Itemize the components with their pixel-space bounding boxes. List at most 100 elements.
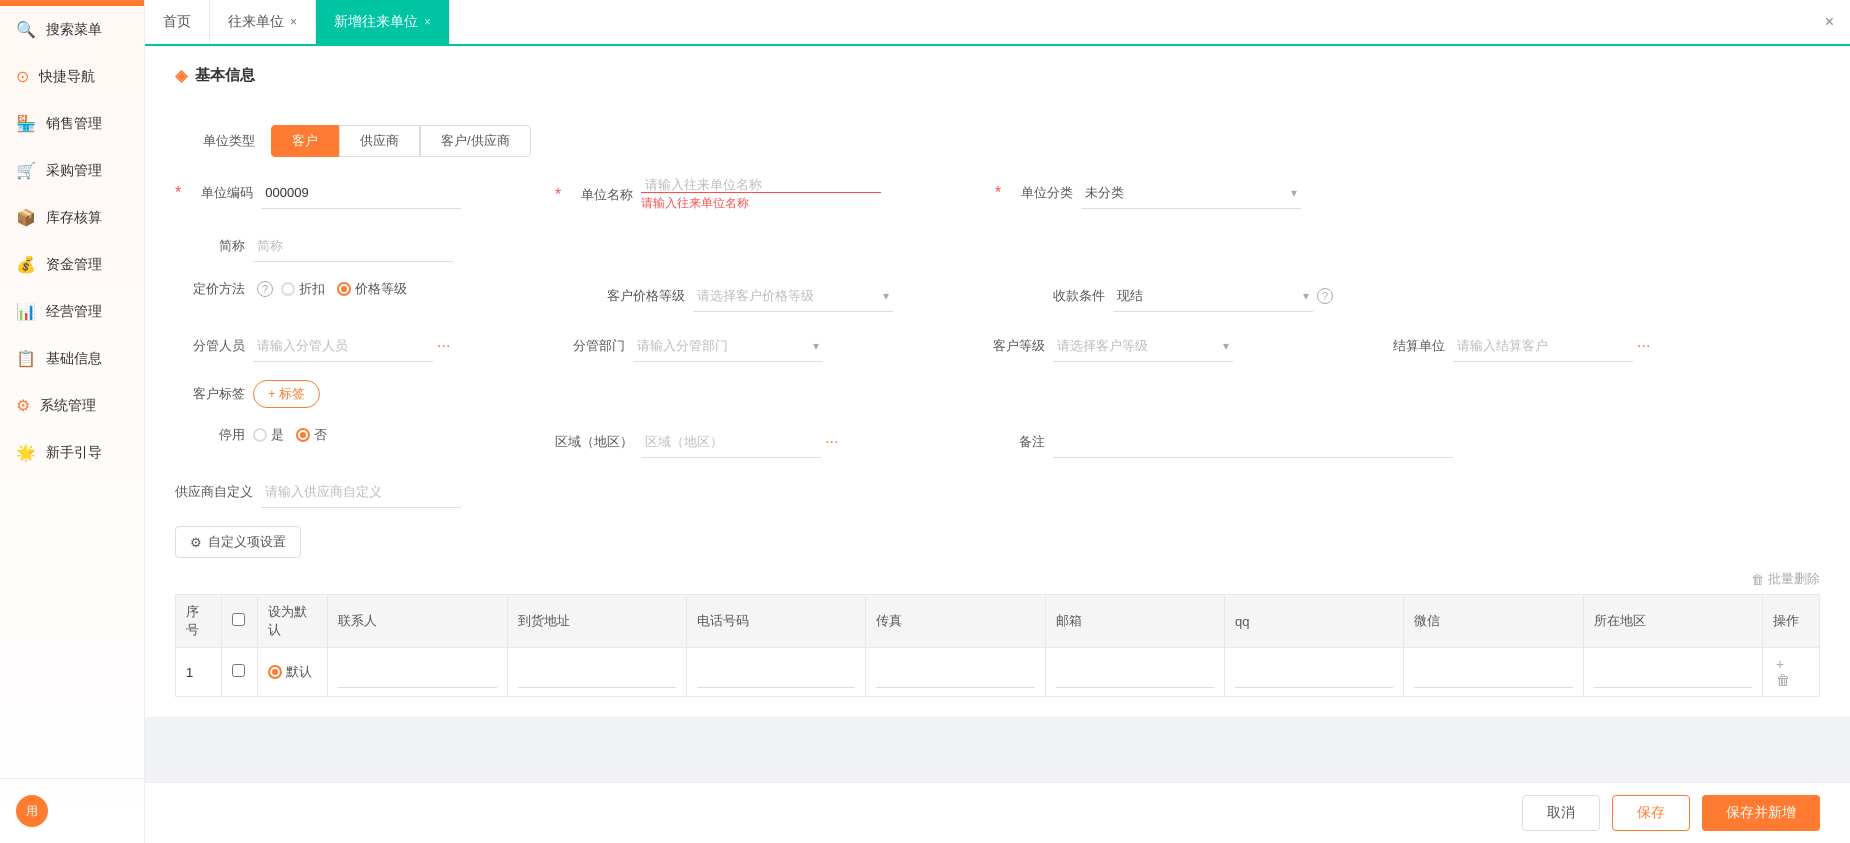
unit-type-customer-btn[interactable]: 客户 — [271, 125, 339, 157]
default-label: 默认 — [286, 663, 312, 681]
radio-yes-label: 是 — [271, 426, 284, 444]
tab-new-partner[interactable]: 新增往来单位 × — [316, 0, 450, 44]
section-title-text: 基本信息 — [195, 66, 255, 85]
purchase-icon: 🛒 — [16, 161, 36, 180]
radio-price-level-label: 价格等级 — [355, 280, 407, 298]
unit-type-label: 单位类型 — [175, 132, 255, 150]
form-row-4: 分管人员 ··· 分管部门 请输入分管部门 ▾ 客户等级 请选择客户等级 — [175, 330, 1820, 362]
payment-terms-select[interactable]: 现结 ▾ — [1113, 280, 1313, 312]
customer-price-level-label: 客户价格等级 — [595, 287, 685, 305]
region-input[interactable] — [641, 426, 821, 458]
footer-bar: 取消 保存 保存并新增 — [145, 782, 1850, 843]
save-button[interactable]: 保存 — [1612, 795, 1690, 831]
add-tag-button[interactable]: + 标签 — [253, 380, 320, 408]
unit-category-select[interactable]: 未分类 ▾ — [1081, 177, 1301, 209]
remarks-input[interactable] — [1053, 426, 1453, 458]
remarks-field: 备注 — [975, 426, 1820, 458]
tab-home[interactable]: 首页 — [145, 0, 210, 44]
region-more-btn[interactable]: ··· — [821, 433, 842, 451]
sidebar-item-finance[interactable]: 💰 资金管理 — [0, 241, 144, 288]
main-area: 首页 往来单位 × 新增往来单位 × × ◈ 基本信息 单位类型 客户 — [145, 0, 1850, 843]
chevron-down-icon: ▾ — [1291, 186, 1297, 200]
row-default: 默认 — [257, 648, 328, 697]
pricing-method-label: 定价方法 — [175, 280, 245, 298]
short-name-input[interactable] — [253, 230, 453, 262]
delete-row-button[interactable]: 🗑 — [1773, 672, 1793, 688]
sidebar-item-quick-nav[interactable]: ⊙ 快捷导航 — [0, 53, 144, 100]
supplier-custom-input[interactable] — [261, 476, 461, 508]
qq-input[interactable] — [1235, 656, 1393, 688]
sidebar-item-inventory[interactable]: 📦 库存核算 — [0, 194, 144, 241]
sidebar-item-newbie[interactable]: 🌟 新手引导 — [0, 429, 144, 476]
manager-input[interactable] — [253, 330, 433, 362]
settlement-unit-more-btn[interactable]: ··· — [1633, 337, 1654, 355]
customer-level-select[interactable]: 请选择客户等级 ▾ — [1053, 330, 1233, 362]
save-new-button[interactable]: 保存并新增 — [1702, 795, 1820, 831]
default-radio[interactable]: 默认 — [268, 663, 318, 681]
cancel-button[interactable]: 取消 — [1522, 795, 1600, 831]
row-qq — [1224, 648, 1403, 697]
sidebar-item-purchase[interactable]: 🛒 采购管理 — [0, 147, 144, 194]
payment-terms-help-icon[interactable]: ? — [1317, 288, 1333, 304]
sidebar-item-system[interactable]: ⚙ 系统管理 — [0, 382, 144, 429]
customer-level-field: 客户等级 请选择客户等级 ▾ — [975, 330, 1335, 362]
sidebar-item-label: 经营管理 — [46, 303, 102, 321]
row-checkbox[interactable] — [221, 648, 257, 697]
row-actions: + 🗑 — [1763, 648, 1820, 697]
unit-code-label: 单位编码 — [183, 184, 253, 202]
sidebar-item-operation[interactable]: 📊 经营管理 — [0, 288, 144, 335]
wechat-input[interactable] — [1414, 656, 1572, 688]
col-region: 所在地区 — [1583, 595, 1762, 648]
col-address: 到货地址 — [507, 595, 686, 648]
chevron-down-icon-4: ▾ — [813, 339, 819, 353]
radio-discount[interactable]: 折扣 — [281, 280, 325, 298]
row-region-input[interactable] — [1594, 656, 1752, 688]
payment-terms-value: 现结 — [1117, 287, 1303, 305]
contact-input[interactable] — [338, 656, 496, 688]
unit-category-label: 单位分类 — [1003, 184, 1073, 202]
avatar: 用 — [16, 795, 48, 827]
settlement-unit-input[interactable] — [1453, 330, 1633, 362]
radio-circle-no — [296, 428, 310, 442]
table-body: 1 默认 — [176, 648, 1820, 697]
col-default: 设为默认 — [257, 595, 328, 648]
required-star-name: * — [555, 186, 561, 204]
home-icon: ⊙ — [16, 67, 29, 86]
unit-name-input[interactable] — [641, 177, 881, 193]
phone-input[interactable] — [697, 656, 855, 688]
department-select[interactable]: 请输入分管部门 ▾ — [633, 330, 823, 362]
radio-disable-yes[interactable]: 是 — [253, 426, 284, 444]
unit-type-supplier-btn[interactable]: 供应商 — [339, 125, 420, 157]
select-all-checkbox[interactable] — [232, 613, 245, 626]
sidebar-item-sales[interactable]: 🏪 销售管理 — [0, 100, 144, 147]
radio-price-level[interactable]: 价格等级 — [337, 280, 407, 298]
close-all-tabs[interactable]: × — [1809, 0, 1850, 44]
manager-label: 分管人员 — [175, 337, 245, 355]
tab-partners-close[interactable]: × — [290, 15, 297, 29]
pricing-radio-group: 折扣 价格等级 — [281, 280, 407, 298]
row-checkbox-input[interactable] — [232, 664, 245, 677]
col-checkbox[interactable] — [221, 595, 257, 648]
manager-more-btn[interactable]: ··· — [433, 337, 454, 355]
form-content: ◈ 基本信息 单位类型 客户 供应商 客户/供应商 * 单位编码 — [145, 46, 1850, 782]
row-seq: 1 — [176, 648, 222, 697]
unit-type-both-btn[interactable]: 客户/供应商 — [420, 125, 531, 157]
batch-delete-row[interactable]: 🗑 批量删除 — [175, 570, 1820, 588]
add-row-button[interactable]: + — [1773, 656, 1787, 672]
tab-partners[interactable]: 往来单位 × — [210, 0, 316, 44]
email-input[interactable] — [1056, 656, 1214, 688]
sidebar-item-label: 快捷导航 — [39, 68, 95, 86]
sidebar-item-basic[interactable]: 📋 基础信息 — [0, 335, 144, 382]
custom-settings-button[interactable]: ⚙ 自定义项设置 — [175, 526, 301, 558]
pricing-help-icon[interactable]: ? — [257, 281, 273, 297]
gear-icon: ⚙ — [190, 535, 202, 550]
customer-price-level-select[interactable]: 请选择客户价格等级 ▾ — [693, 280, 893, 312]
fax-input[interactable] — [876, 656, 1034, 688]
radio-disable-no[interactable]: 否 — [296, 426, 327, 444]
customer-level-placeholder: 请选择客户等级 — [1057, 337, 1223, 355]
unit-code-input[interactable] — [261, 177, 461, 209]
sidebar-item-search[interactable]: 🔍 搜索菜单 — [0, 6, 144, 53]
address-input[interactable] — [518, 656, 676, 688]
tab-new-partner-close[interactable]: × — [424, 15, 431, 29]
form-row-3: 定价方法 ? 折扣 价格等级 客户价格等级 — [175, 280, 1820, 312]
